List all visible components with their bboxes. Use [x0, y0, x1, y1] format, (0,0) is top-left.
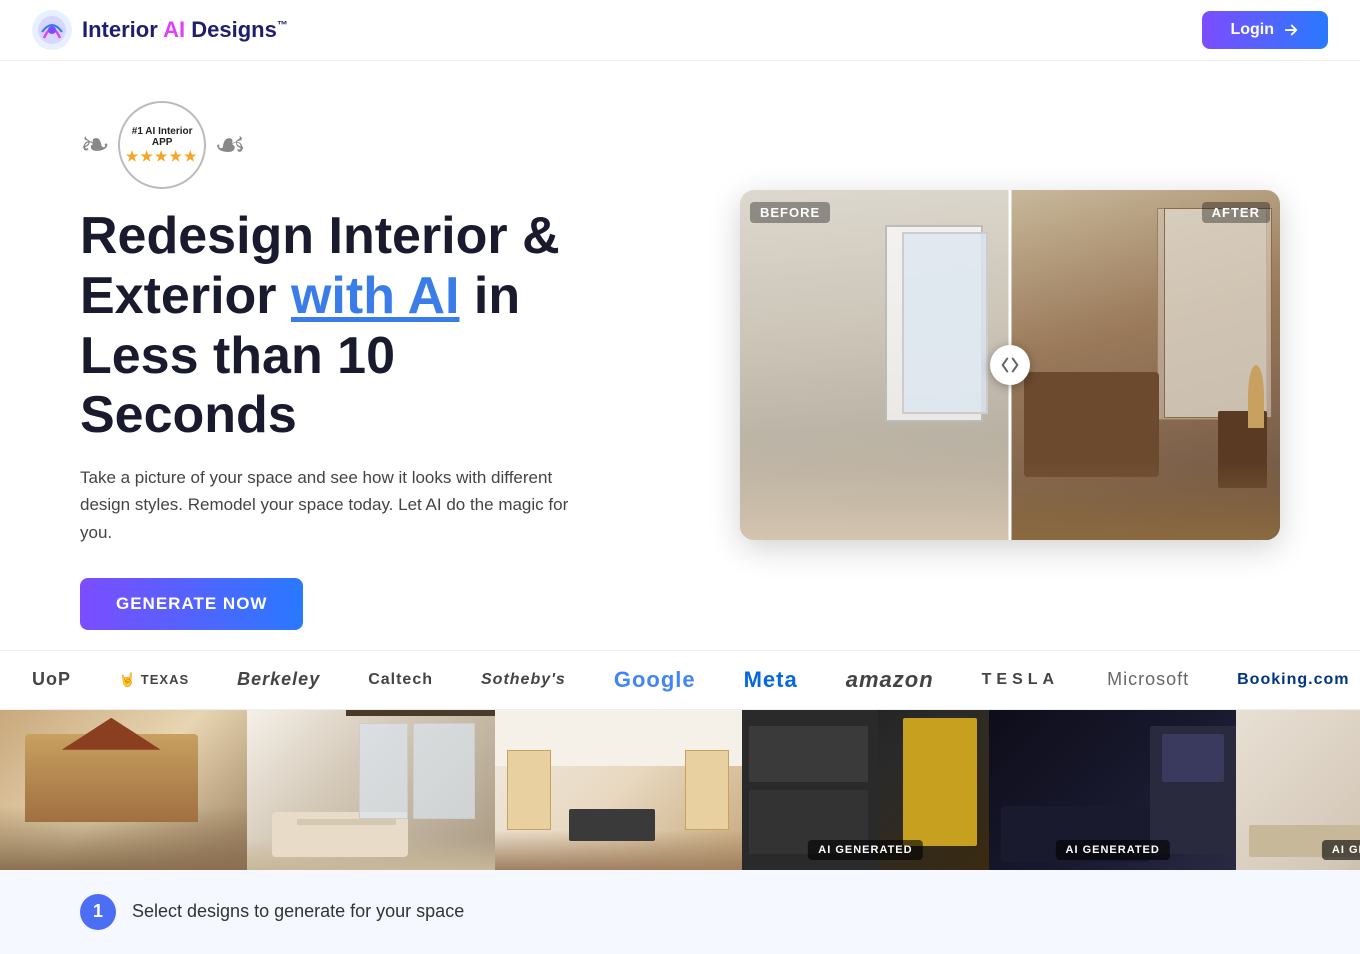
- laurel-left-icon: ❧: [80, 127, 110, 163]
- ai-generated-badge-5: AI GENERATED: [1056, 840, 1170, 860]
- after-panel: AFTER: [1010, 190, 1280, 540]
- gallery-item-2: [247, 710, 494, 870]
- brands-strip: UoP 🤘 TEXAS Berkeley Caltech Sotheby's G…: [0, 650, 1360, 710]
- before-after-widget: BEFORE AFTER: [740, 190, 1280, 540]
- brand-logo-sothebys: Sotheby's: [481, 671, 566, 689]
- with-ai-text: with AI: [291, 267, 460, 325]
- step-section: 1 Select designs to generate for your sp…: [0, 870, 1360, 954]
- gallery-image-3: [495, 710, 742, 870]
- before-image: [740, 190, 1010, 540]
- gallery-image-1: [0, 710, 247, 870]
- hero-subtext: Take a picture of your space and see how…: [80, 464, 580, 546]
- logo-link[interactable]: Interior AI Designs™: [32, 10, 288, 50]
- gallery-image-2: [247, 710, 494, 870]
- ai-generated-badge-4: AI GENERATED: [808, 840, 922, 860]
- brand-logo-penn: UoP: [32, 669, 71, 690]
- brand-logo-amazon: amazon: [846, 667, 934, 693]
- brand-logo-berkeley: Berkeley: [237, 669, 320, 690]
- login-button[interactable]: Login: [1202, 11, 1328, 49]
- gallery-item-3: [495, 710, 742, 870]
- generate-now-button[interactable]: GENERATE NOW: [80, 578, 303, 630]
- laurel-right-icon: ☙: [214, 127, 246, 163]
- hero-left: ❧ #1 AI Interior APP ★★★★★ ☙ Redesign In…: [80, 101, 580, 630]
- step-number: 1: [80, 894, 116, 930]
- logo-text: Interior AI Designs™: [82, 17, 288, 43]
- gallery-item-6: AI GEN...: [1236, 710, 1360, 870]
- slider-handle[interactable]: [990, 345, 1030, 385]
- brand-logo-meta: Meta: [744, 667, 798, 693]
- award-badge: ❧ #1 AI Interior APP ★★★★★ ☙: [80, 101, 580, 189]
- ai-generated-badge-6: AI GEN...: [1322, 840, 1360, 860]
- hero-section: ❧ #1 AI Interior APP ★★★★★ ☙ Redesign In…: [0, 61, 1360, 650]
- before-label: BEFORE: [750, 202, 830, 223]
- hero-heading: Redesign Interior & Exterior with AI in …: [80, 207, 580, 446]
- brand-logo-google: Google: [614, 667, 696, 693]
- before-panel: BEFORE: [740, 190, 1010, 540]
- gallery-item-4: AI GENERATED: [742, 710, 989, 870]
- gallery-item-5: AI GENERATED: [989, 710, 1236, 870]
- award-badge-inner: #1 AI Interior APP ★★★★★: [118, 101, 206, 189]
- navbar: Interior AI Designs™ Login: [0, 0, 1360, 61]
- brand-logo-texas: 🤘 TEXAS: [119, 672, 189, 688]
- after-image: [1010, 190, 1280, 540]
- award-stars: ★★★★★: [126, 148, 199, 165]
- award-text: #1 AI Interior APP: [132, 126, 193, 148]
- after-label: AFTER: [1202, 202, 1270, 223]
- brand-logo-booking: Booking.com: [1237, 671, 1349, 689]
- logo-icon: [32, 10, 72, 50]
- slider-arrows-icon: [999, 354, 1021, 376]
- gallery-strip: AI GENERATED AI GENERATED AI GEN...: [0, 710, 1360, 870]
- brand-logo-caltech: Caltech: [368, 671, 433, 689]
- step-text: Select designs to generate for your spac…: [132, 901, 464, 922]
- brand-logo-tesla: TESLA: [982, 671, 1059, 689]
- brands-marquee: UoP 🤘 TEXAS Berkeley Caltech Sotheby's G…: [0, 667, 1360, 693]
- brand-logo-microsoft: Microsoft: [1107, 669, 1189, 690]
- gallery-item-1: [0, 710, 247, 870]
- arrow-right-icon: [1282, 21, 1300, 39]
